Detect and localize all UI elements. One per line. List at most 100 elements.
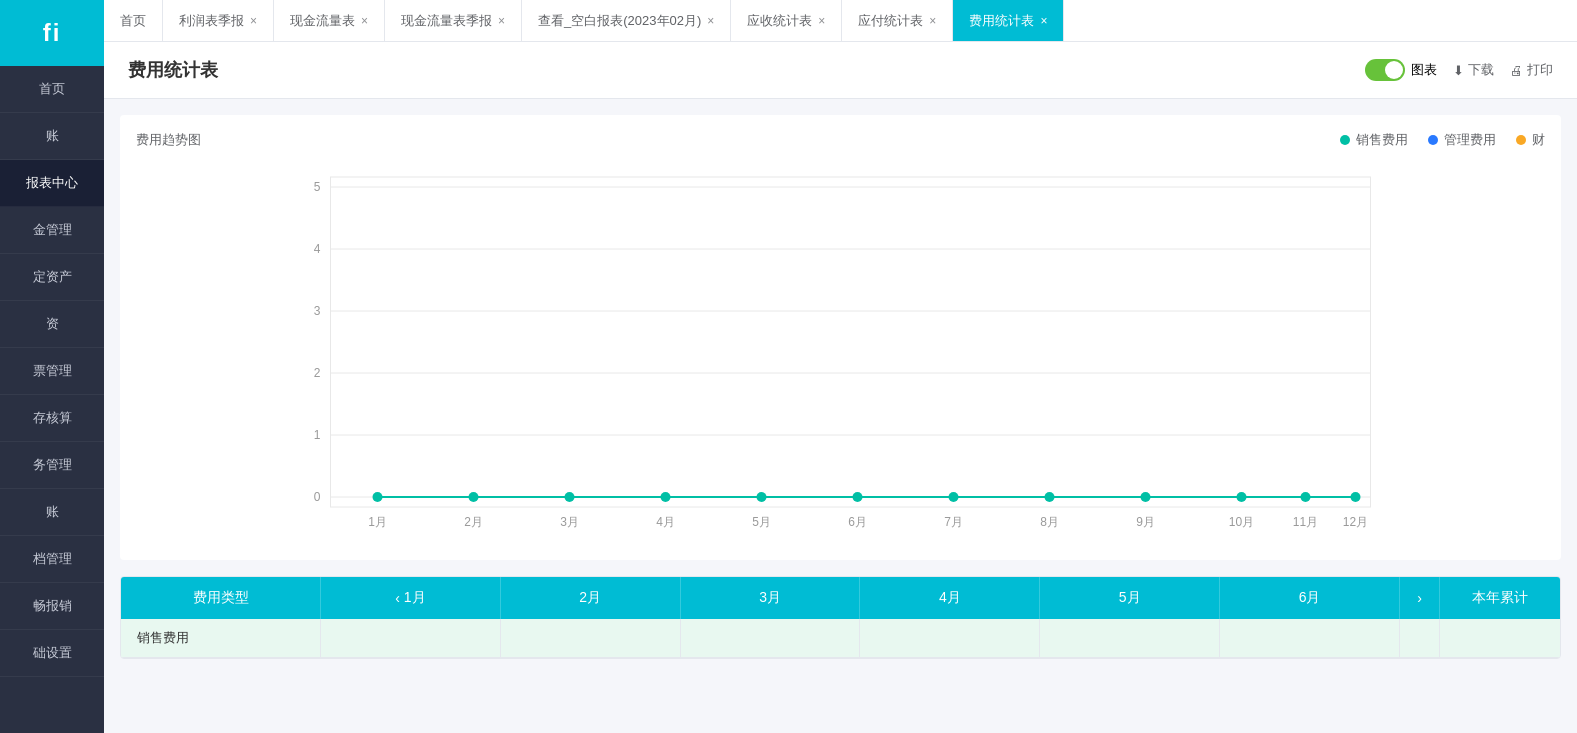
svg-text:12月: 12月 [1343, 515, 1368, 529]
tab-cashflow[interactable]: 现金流量表 × [274, 0, 385, 42]
sidebar-item-service[interactable]: 务管理 [0, 442, 104, 489]
th-nav-next[interactable]: › [1400, 577, 1440, 619]
svg-point-36 [1351, 492, 1361, 502]
tab-close-profit-quarterly[interactable]: × [250, 14, 257, 28]
tab-close-cashflow[interactable]: × [361, 14, 368, 28]
svg-text:3: 3 [314, 304, 321, 318]
svg-text:4月: 4月 [656, 515, 675, 529]
svg-text:10月: 10月 [1229, 515, 1254, 529]
tab-payable[interactable]: 应付统计表 × [842, 0, 953, 42]
sidebar-item-ticket[interactable]: 票管理 [0, 348, 104, 395]
sidebar-item-finance[interactable]: 金管理 [0, 207, 104, 254]
tab-close-payable[interactable]: × [929, 14, 936, 28]
svg-text:4: 4 [314, 242, 321, 256]
prev-arrow-icon[interactable]: ‹ [395, 590, 400, 606]
svg-text:3月: 3月 [560, 515, 579, 529]
th-m6: 6月 [1220, 577, 1400, 619]
tab-receivable[interactable]: 应收统计表 × [731, 0, 842, 42]
chart-header: 费用趋势图 销售费用 管理费用 财 [136, 131, 1545, 149]
line-chart-svg: 5 4 3 2 1 0 1月 2月 [136, 161, 1545, 541]
download-button[interactable]: ⬇ 下载 [1453, 61, 1494, 79]
sidebar-item-home[interactable]: 首页 [0, 66, 104, 113]
tab-bar: 首页 利润表季报 × 现金流量表 × 现金流量表季报 × 查看_空白报表(202… [104, 0, 1577, 42]
td-nav-space [1400, 619, 1440, 657]
download-icon: ⬇ [1453, 63, 1464, 78]
sidebar-item-archive[interactable]: 档管理 [0, 536, 104, 583]
th-m4: 4月 [860, 577, 1040, 619]
legend-sales: 销售费用 [1340, 131, 1408, 149]
print-button[interactable]: 🖨 打印 [1510, 61, 1553, 79]
svg-text:8月: 8月 [1040, 515, 1059, 529]
svg-rect-12 [331, 177, 1371, 507]
td-m1 [321, 619, 501, 657]
svg-point-35 [1301, 492, 1311, 502]
svg-point-27 [565, 492, 575, 502]
svg-text:1: 1 [314, 428, 321, 442]
svg-point-34 [1237, 492, 1247, 502]
sidebar-item-settings[interactable]: 础设置 [0, 630, 104, 677]
tab-home[interactable]: 首页 [104, 0, 163, 42]
svg-text:0: 0 [314, 490, 321, 504]
svg-point-33 [1141, 492, 1151, 502]
tab-close-receivable[interactable]: × [818, 14, 825, 28]
sidebar-item-reports[interactable]: 报表中心 [0, 160, 104, 207]
svg-point-28 [661, 492, 671, 502]
th-m3: 3月 [681, 577, 861, 619]
chart-section: 费用趋势图 销售费用 管理费用 财 [120, 115, 1561, 560]
sidebar-item-account[interactable]: 账 [0, 113, 104, 160]
expense-table: 费用类型 ‹ 1月 2月 3月 4月 5月 [120, 576, 1561, 659]
print-icon: 🖨 [1510, 63, 1523, 78]
sidebar-item-ledger[interactable]: 账 [0, 489, 104, 536]
th-ytd: 本年累计 [1440, 577, 1560, 619]
svg-point-32 [1045, 492, 1055, 502]
td-m2 [501, 619, 681, 657]
chart-toggle-label: 图表 [1411, 61, 1437, 79]
tab-close-blank-report[interactable]: × [707, 14, 714, 28]
legend-dot-admin [1428, 135, 1438, 145]
th-type: 费用类型 [121, 577, 321, 619]
chart-toggle-group: 图表 [1365, 59, 1437, 81]
tab-profit-quarterly[interactable]: 利润表季报 × [163, 0, 274, 42]
th-nav-prev[interactable]: ‹ 1月 [321, 577, 501, 619]
sidebar-item-assets[interactable]: 定资产 [0, 254, 104, 301]
svg-text:2: 2 [314, 366, 321, 380]
next-arrow-icon[interactable]: › [1417, 590, 1422, 606]
svg-point-29 [757, 492, 767, 502]
main-area: 首页 利润表季报 × 现金流量表 × 现金流量表季报 × 查看_空白报表(202… [104, 0, 1577, 733]
tab-close-cashflow-quarterly[interactable]: × [498, 14, 505, 28]
svg-point-30 [853, 492, 863, 502]
svg-text:11月: 11月 [1293, 515, 1318, 529]
chart-legend: 销售费用 管理费用 财 [1340, 131, 1545, 149]
svg-point-26 [469, 492, 479, 502]
sidebar-item-expense[interactable]: 畅报销 [0, 583, 104, 630]
chart-title: 费用趋势图 [136, 131, 201, 149]
legend-finance: 财 [1516, 131, 1545, 149]
td-m4 [860, 619, 1040, 657]
table-header-row: 费用类型 ‹ 1月 2月 3月 4月 5月 [121, 577, 1560, 619]
td-type: 销售费用 [121, 619, 321, 657]
svg-text:5: 5 [314, 180, 321, 194]
tab-cashflow-quarterly[interactable]: 现金流量表季报 × [385, 0, 522, 42]
sidebar-item-inventory[interactable]: 存核算 [0, 395, 104, 442]
svg-point-31 [949, 492, 959, 502]
tab-close-expense-stats[interactable]: × [1040, 14, 1047, 28]
chart-toggle[interactable] [1365, 59, 1405, 81]
svg-text:9月: 9月 [1136, 515, 1155, 529]
content-area: 费用统计表 图表 ⬇ 下载 🖨 打印 费用趋势图 [104, 42, 1577, 733]
legend-dot-finance [1516, 135, 1526, 145]
chart-canvas: 5 4 3 2 1 0 1月 2月 [136, 161, 1545, 544]
page-title: 费用统计表 [128, 58, 218, 82]
td-total [1440, 619, 1560, 657]
sidebar-logo: fi [0, 0, 104, 66]
tab-blank-report[interactable]: 查看_空白报表(2023年02月) × [522, 0, 731, 42]
svg-text:2月: 2月 [464, 515, 483, 529]
table-row: 销售费用 [121, 619, 1560, 658]
td-m6 [1220, 619, 1400, 657]
td-m5 [1040, 619, 1220, 657]
svg-text:6月: 6月 [848, 515, 867, 529]
svg-text:5月: 5月 [752, 515, 771, 529]
tab-expense-stats[interactable]: 费用统计表 × [953, 0, 1064, 42]
sidebar-item-capital[interactable]: 资 [0, 301, 104, 348]
td-m3 [681, 619, 861, 657]
svg-text:7月: 7月 [944, 515, 963, 529]
